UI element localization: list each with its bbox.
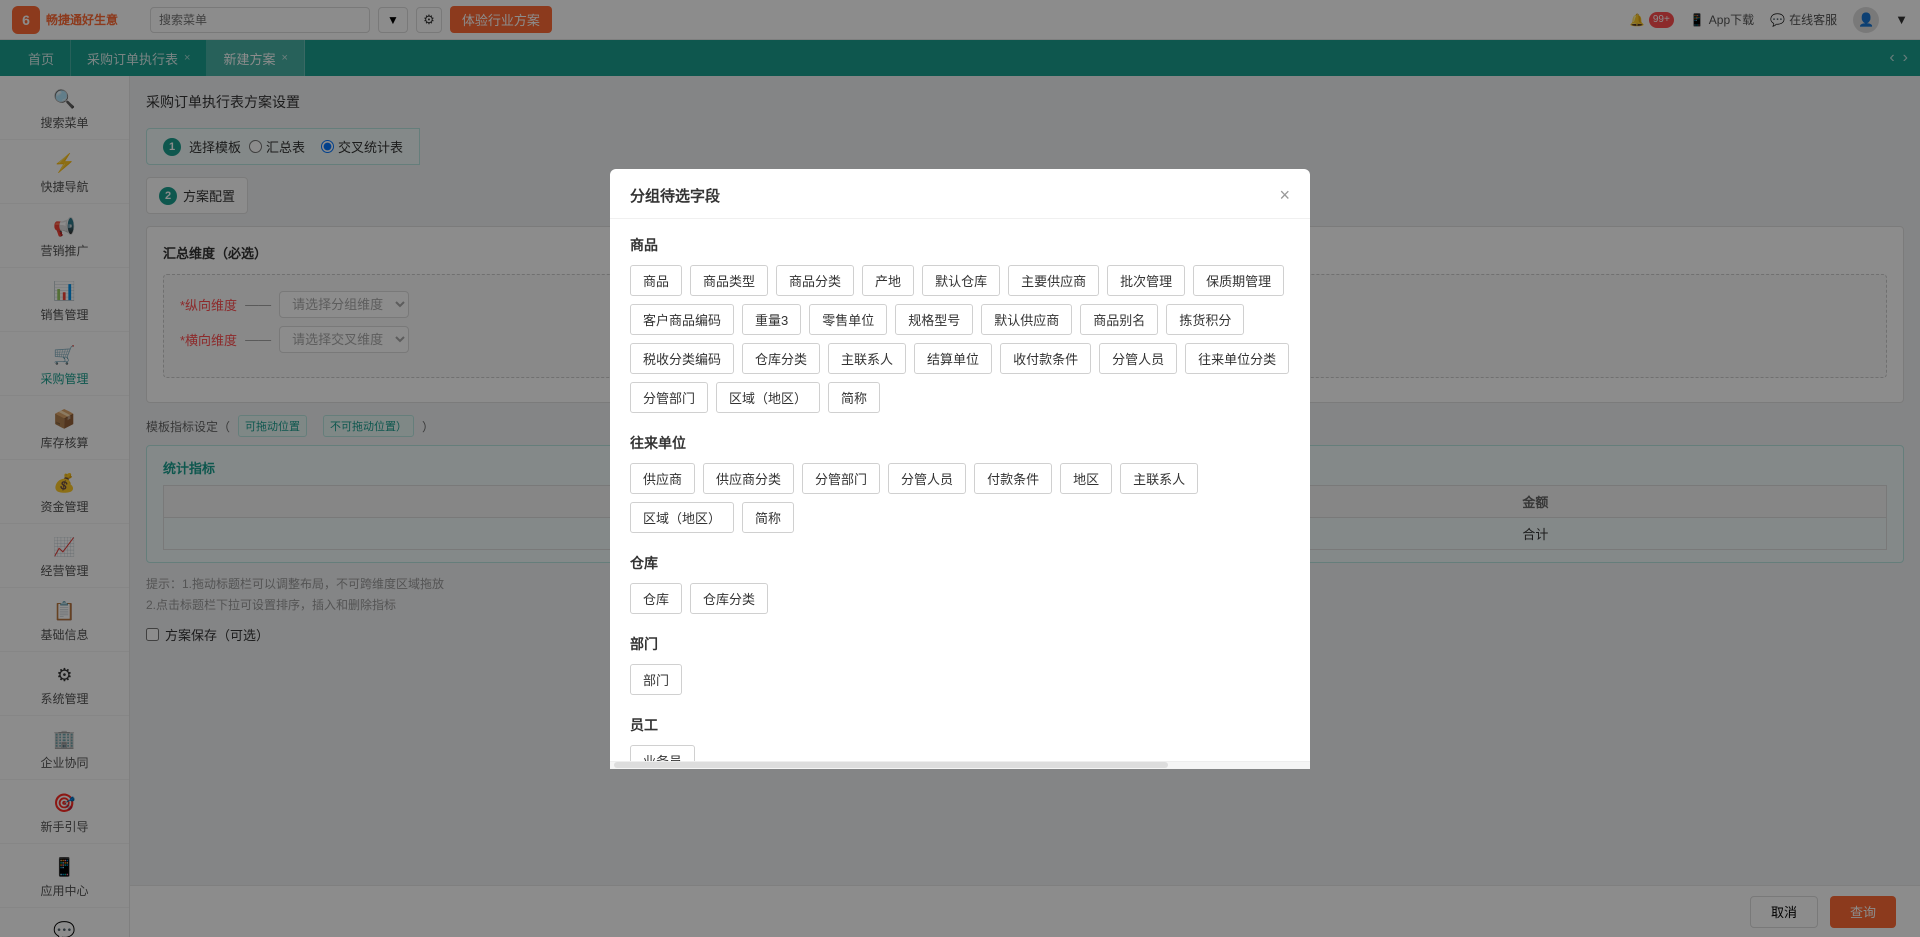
field-chip-main-contact[interactable]: 主联系人	[828, 343, 906, 374]
field-chip-origin[interactable]: 产地	[862, 265, 914, 296]
field-chip-warehouse[interactable]: 仓库	[630, 583, 682, 614]
field-chips-warehouse: 仓库 仓库分类	[630, 583, 1290, 614]
modal-title: 分组待选字段	[630, 185, 720, 206]
field-chips-counterparty: 供应商 供应商分类 分管部门 分管人员 付款条件 地区 主联系人 区域（地区） …	[630, 463, 1290, 533]
field-chip-retail-unit[interactable]: 零售单位	[809, 304, 887, 335]
field-group-counterparty-title: 往来单位	[630, 433, 1290, 453]
modal-overlay: 分组待选字段 × 商品 商品 商品类型 商品分类 产地 默认仓库 主要供应商 批…	[0, 0, 1920, 937]
field-chip-goods-alias[interactable]: 商品别名	[1080, 304, 1158, 335]
modal-body: 商品 商品 商品类型 商品分类 产地 默认仓库 主要供应商 批次管理 保质期管理…	[610, 219, 1310, 761]
field-chip-customer-code[interactable]: 客户商品编码	[630, 304, 734, 335]
field-chip-cp-payment[interactable]: 付款条件	[974, 463, 1052, 494]
field-group-warehouse-title: 仓库	[630, 553, 1290, 573]
field-group-counterparty: 往来单位 供应商 供应商分类 分管部门 分管人员 付款条件 地区 主联系人 区域…	[630, 433, 1290, 533]
field-chip-region[interactable]: 区域（地区）	[716, 382, 820, 413]
field-chip-goods[interactable]: 商品	[630, 265, 682, 296]
field-chip-payment-terms[interactable]: 收付款条件	[1000, 343, 1091, 374]
field-chip-default-warehouse[interactable]: 默认仓库	[922, 265, 1000, 296]
field-chip-settlement-unit[interactable]: 结算单位	[914, 343, 992, 374]
field-chip-warehouse-cat[interactable]: 仓库分类	[690, 583, 768, 614]
field-chip-department[interactable]: 部门	[630, 664, 682, 695]
field-chip-main-supplier[interactable]: 主要供应商	[1008, 265, 1099, 296]
field-group-warehouse: 仓库 仓库 仓库分类	[630, 553, 1290, 614]
field-chip-cp-contact[interactable]: 主联系人	[1120, 463, 1198, 494]
field-chip-pick-points[interactable]: 拣货积分	[1166, 304, 1244, 335]
field-chip-spec-model[interactable]: 规格型号	[895, 304, 973, 335]
field-group-goods: 商品 商品 商品类型 商品分类 产地 默认仓库 主要供应商 批次管理 保质期管理…	[630, 235, 1290, 413]
field-chip-salesperson[interactable]: 业务员	[630, 745, 695, 761]
field-chip-goods-category[interactable]: 商品分类	[776, 265, 854, 296]
field-chip-dept[interactable]: 分管部门	[630, 382, 708, 413]
field-chip-cp-abbr[interactable]: 简称	[742, 502, 794, 533]
field-group-department-title: 部门	[630, 634, 1290, 654]
field-chips-goods: 商品 商品类型 商品分类 产地 默认仓库 主要供应商 批次管理 保质期管理 客户…	[630, 265, 1290, 413]
field-chip-supplier[interactable]: 供应商	[630, 463, 695, 494]
modal-scrollbar[interactable]	[610, 761, 1310, 769]
field-chip-warehouse-category[interactable]: 仓库分类	[742, 343, 820, 374]
field-chip-cp-dept[interactable]: 分管部门	[802, 463, 880, 494]
field-chip-cp-region[interactable]: 地区	[1060, 463, 1112, 494]
field-chip-counterparty-category[interactable]: 往来单位分类	[1185, 343, 1289, 374]
field-chip-supplier-category[interactable]: 供应商分类	[703, 463, 794, 494]
field-chip-abbr[interactable]: 简称	[828, 382, 880, 413]
field-chip-default-supplier[interactable]: 默认供应商	[981, 304, 1072, 335]
field-chips-department: 部门	[630, 664, 1290, 695]
modal: 分组待选字段 × 商品 商品 商品类型 商品分类 产地 默认仓库 主要供应商 批…	[610, 169, 1310, 769]
field-chip-cp-area[interactable]: 区域（地区）	[630, 502, 734, 533]
field-chips-employee: 业务员	[630, 745, 1290, 761]
field-chip-shelf-life[interactable]: 保质期管理	[1193, 265, 1284, 296]
field-chip-tax-code[interactable]: 税收分类编码	[630, 343, 734, 374]
field-group-goods-title: 商品	[630, 235, 1290, 255]
field-chip-cp-manager[interactable]: 分管人员	[888, 463, 966, 494]
field-group-department: 部门 部门	[630, 634, 1290, 695]
modal-close-button[interactable]: ×	[1279, 185, 1290, 206]
field-group-employee: 员工 业务员	[630, 715, 1290, 761]
field-group-employee-title: 员工	[630, 715, 1290, 735]
field-chip-batch-mgmt[interactable]: 批次管理	[1107, 265, 1185, 296]
field-chip-manager[interactable]: 分管人员	[1099, 343, 1177, 374]
field-chip-goods-type[interactable]: 商品类型	[690, 265, 768, 296]
modal-header: 分组待选字段 ×	[610, 169, 1310, 219]
field-chip-weight3[interactable]: 重量3	[742, 304, 801, 335]
